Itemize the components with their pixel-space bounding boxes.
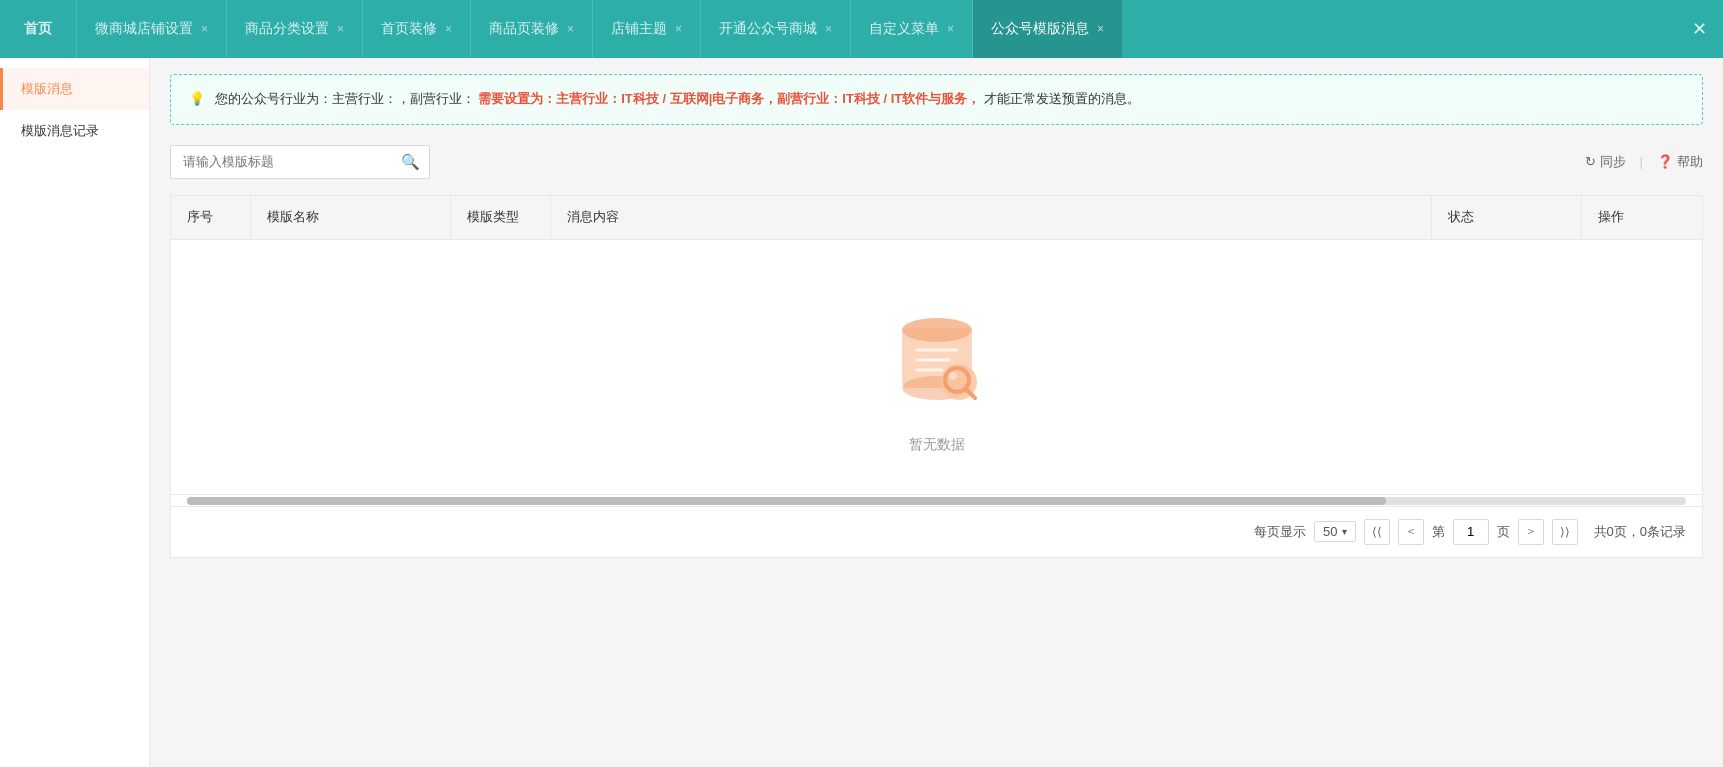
top-nav: 首页 微商城店铺设置 × 商品分类设置 × 首页装修 × 商品页装修 × 店铺主…: [0, 0, 1723, 58]
info-box: 💡 您的公众号行业为：主营行业：，副营行业： 需要设置为：主营行业：IT科技 /…: [170, 74, 1703, 125]
nav-tab-category-settings-label: 商品分类设置: [245, 20, 329, 38]
page-prefix: 第: [1432, 523, 1445, 541]
close-product-decor-icon[interactable]: ×: [567, 22, 574, 36]
content-area: 💡 您的公众号行业为：主营行业：，副营行业： 需要设置为：主营行业：IT科技 /…: [150, 58, 1723, 767]
close-shop-settings-icon[interactable]: ×: [201, 22, 208, 36]
sidebar-item-template-msg-label: 模版消息: [21, 81, 73, 96]
sync-icon: ↻: [1585, 154, 1596, 169]
sidebar-item-template-record-label: 模版消息记录: [21, 123, 99, 138]
next-page-button[interactable]: ＞: [1518, 519, 1544, 545]
nav-tab-open-mall[interactable]: 开通公众号商城 ×: [701, 0, 851, 58]
nav-tab-custom-menu[interactable]: 自定义菜单 ×: [851, 0, 973, 58]
svg-point-3: [902, 318, 972, 342]
close-store-theme-icon[interactable]: ×: [675, 22, 682, 36]
close-all-tabs-icon[interactable]: ✕: [1692, 18, 1707, 40]
nav-tab-template-msg[interactable]: 公众号模版消息 ×: [973, 0, 1123, 58]
nav-tab-home-label: 首页: [24, 20, 52, 38]
th-type: 模版类型: [451, 196, 551, 239]
page-size-value: 50: [1323, 524, 1337, 539]
th-status-label: 状态: [1448, 208, 1474, 226]
info-text-after: 才能正常发送预置的消息。: [984, 91, 1140, 106]
help-label: 帮助: [1677, 153, 1703, 171]
search-input-wrap: 🔍: [170, 145, 430, 179]
nav-tab-store-theme-label: 店铺主题: [611, 20, 667, 38]
tip-icon: 💡: [189, 91, 205, 106]
nav-tab-store-theme[interactable]: 店铺主题 ×: [593, 0, 701, 58]
th-name-label: 模版名称: [267, 208, 319, 226]
th-action: 操作: [1582, 196, 1702, 239]
search-icon[interactable]: 🔍: [401, 153, 420, 171]
help-button[interactable]: ❓ 帮助: [1657, 153, 1703, 171]
scroll-thumb: [187, 497, 1386, 505]
th-content: 消息内容: [551, 196, 1432, 239]
nav-tab-home[interactable]: 首页: [0, 0, 77, 58]
close-template-msg-icon[interactable]: ×: [1097, 22, 1104, 36]
total-info: 共0页，0条记录: [1594, 523, 1686, 541]
table-wrap: 序号 模版名称 模版类型 消息内容 状态 操作: [170, 195, 1703, 558]
search-right: ↻ 同步 | ❓ 帮助: [1585, 153, 1703, 171]
th-seq: 序号: [171, 196, 251, 239]
close-category-settings-icon[interactable]: ×: [337, 22, 344, 36]
table-header: 序号 模版名称 模版类型 消息内容 状态 操作: [171, 196, 1702, 240]
info-text-before: 您的公众号行业为：主营行业：，副营行业：: [215, 91, 475, 106]
sync-button[interactable]: ↻ 同步: [1585, 153, 1626, 171]
nav-tab-product-decor[interactable]: 商品页装修 ×: [471, 0, 593, 58]
search-left: 🔍: [170, 145, 430, 179]
nav-tab-homepage-decor[interactable]: 首页装修 ×: [363, 0, 471, 58]
nav-tab-product-decor-label: 商品页装修: [489, 20, 559, 38]
info-highlight-text: 需要设置为：主营行业：IT科技 / 互联网|电子商务，副营行业：IT科技 / I…: [478, 91, 980, 106]
first-page-button[interactable]: ⟨⟨: [1364, 519, 1390, 545]
sidebar: 模版消息 模版消息记录: [0, 58, 150, 767]
close-custom-menu-icon[interactable]: ×: [947, 22, 954, 36]
empty-state: 暂无数据: [171, 240, 1702, 494]
empty-illustration: [877, 300, 997, 420]
nav-tab-template-msg-label: 公众号模版消息: [991, 20, 1089, 38]
divider: |: [1640, 154, 1643, 169]
horizontal-scrollbar[interactable]: [171, 494, 1702, 506]
main-layout: 模版消息 模版消息记录 💡 您的公众号行业为：主营行业：，副营行业： 需要设置为…: [0, 58, 1723, 767]
search-bar: 🔍 ↻ 同步 | ❓ 帮助: [170, 145, 1703, 179]
th-seq-label: 序号: [187, 208, 213, 226]
prev-page-button[interactable]: ＜: [1398, 519, 1424, 545]
sidebar-item-template-msg[interactable]: 模版消息: [0, 68, 149, 110]
th-type-label: 模版类型: [467, 208, 519, 226]
page-unit: 页: [1497, 523, 1510, 541]
close-homepage-decor-icon[interactable]: ×: [445, 22, 452, 36]
page-size-select[interactable]: 50 ▾: [1314, 521, 1355, 542]
svg-point-10: [949, 372, 957, 380]
search-input[interactable]: [170, 145, 430, 179]
nav-tab-open-mall-label: 开通公众号商城: [719, 20, 817, 38]
close-open-mall-icon[interactable]: ×: [825, 22, 832, 36]
scroll-track: [187, 497, 1686, 505]
th-name: 模版名称: [251, 196, 451, 239]
nav-tab-custom-menu-label: 自定义菜单: [869, 20, 939, 38]
page-size-label: 每页显示: [1254, 523, 1306, 541]
nav-tab-homepage-decor-label: 首页装修: [381, 20, 437, 38]
nav-tab-category-settings[interactable]: 商品分类设置 ×: [227, 0, 363, 58]
th-status: 状态: [1432, 196, 1582, 239]
pagination: 每页显示 50 ▾ ⟨⟨ ＜ 第 页 ＞ ⟩⟩ 共0页，0条记录: [171, 506, 1702, 557]
sidebar-item-template-record[interactable]: 模版消息记录: [0, 110, 149, 152]
nav-tab-shop-settings[interactable]: 微商城店铺设置 ×: [77, 0, 227, 58]
sync-label: 同步: [1600, 153, 1626, 171]
page-size-dropdown-icon: ▾: [1342, 526, 1347, 537]
nav-tab-shop-settings-label: 微商城店铺设置: [95, 20, 193, 38]
th-action-label: 操作: [1598, 208, 1624, 226]
empty-svg-icon: [877, 300, 997, 420]
empty-text: 暂无数据: [909, 436, 965, 454]
last-page-button[interactable]: ⟩⟩: [1552, 519, 1578, 545]
page-number-input[interactable]: [1453, 519, 1489, 545]
help-circle-icon: ❓: [1657, 154, 1673, 169]
th-content-label: 消息内容: [567, 208, 619, 226]
